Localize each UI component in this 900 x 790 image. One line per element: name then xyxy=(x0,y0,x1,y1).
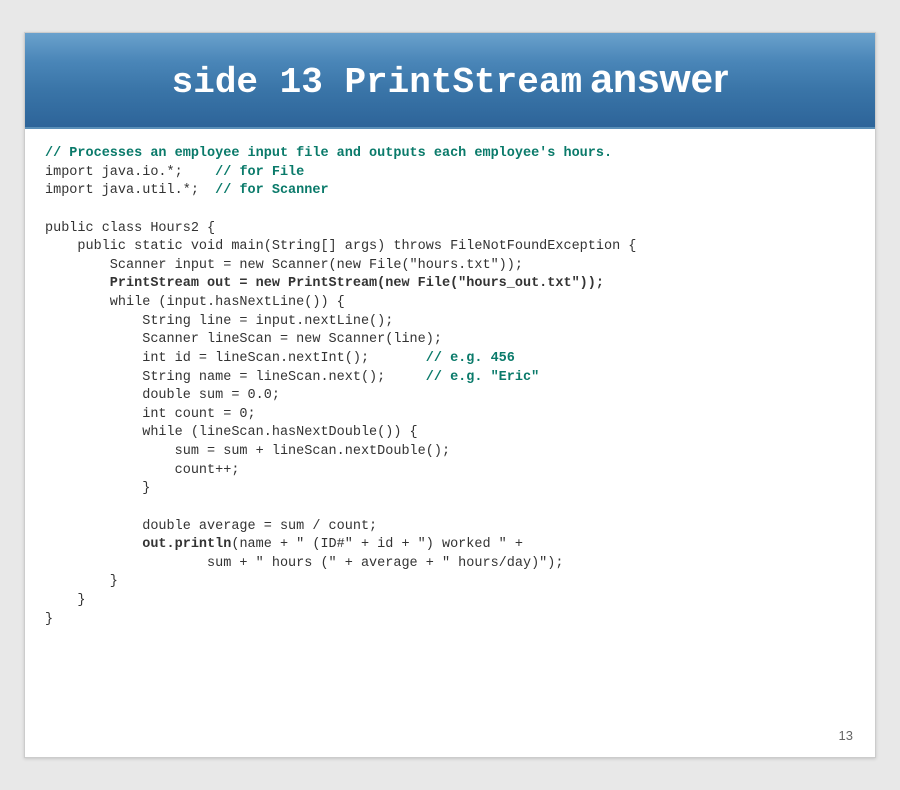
code-comment: // for Scanner xyxy=(215,183,328,198)
code-comment: // e.g. 456 xyxy=(426,351,515,366)
code-line-bold: PrintStream out = new PrintStream(new Fi… xyxy=(45,276,604,291)
code-line: sum = sum + lineScan.nextDouble(); xyxy=(45,444,450,459)
code-line: } xyxy=(45,612,53,627)
code-line: } xyxy=(45,593,86,608)
code-line: double average = sum / count; xyxy=(45,519,377,534)
slide-container: side 13 PrintStream answer // Processes … xyxy=(24,32,876,758)
code-line: double sum = 0.0; xyxy=(45,388,280,403)
code-line: int id = lineScan.nextInt(); xyxy=(45,351,426,366)
page-number: 13 xyxy=(839,728,853,743)
slide-title-prefix: side 13 PrintStream xyxy=(172,62,582,103)
code-line: import java.io.*; xyxy=(45,165,215,180)
code-line: count++; xyxy=(45,463,239,478)
code-line: String line = input.nextLine(); xyxy=(45,314,393,329)
code-line: while (lineScan.hasNextDouble()) { xyxy=(45,425,418,440)
code-line xyxy=(45,537,142,552)
code-comment: // Processes an employee input file and … xyxy=(45,146,612,161)
code-line: Scanner input = new Scanner(new File("ho… xyxy=(45,258,523,273)
code-line: String name = lineScan.next(); xyxy=(45,370,426,385)
code-line: public static void main(String[] args) t… xyxy=(45,239,636,254)
code-comment: // e.g. "Eric" xyxy=(426,370,539,385)
slide-title-bar: side 13 PrintStream answer xyxy=(25,33,875,129)
code-line: } xyxy=(45,481,150,496)
code-line: int count = 0; xyxy=(45,407,256,422)
code-line: } xyxy=(45,574,118,589)
code-line: import java.util.*; xyxy=(45,183,215,198)
code-line: Scanner lineScan = new Scanner(line); xyxy=(45,332,442,347)
code-line: (name + " (ID#" + id + ") worked " + xyxy=(231,537,523,552)
code-line: while (input.hasNextLine()) { xyxy=(45,295,345,310)
code-line-bold: out.println xyxy=(142,537,231,552)
code-comment: // for File xyxy=(215,165,304,180)
code-line: public class Hours2 { xyxy=(45,221,215,236)
code-line: sum + " hours (" + average + " hours/day… xyxy=(45,556,563,571)
slide-title-suffix: answer xyxy=(591,57,729,101)
code-block: // Processes an employee input file and … xyxy=(25,129,875,639)
